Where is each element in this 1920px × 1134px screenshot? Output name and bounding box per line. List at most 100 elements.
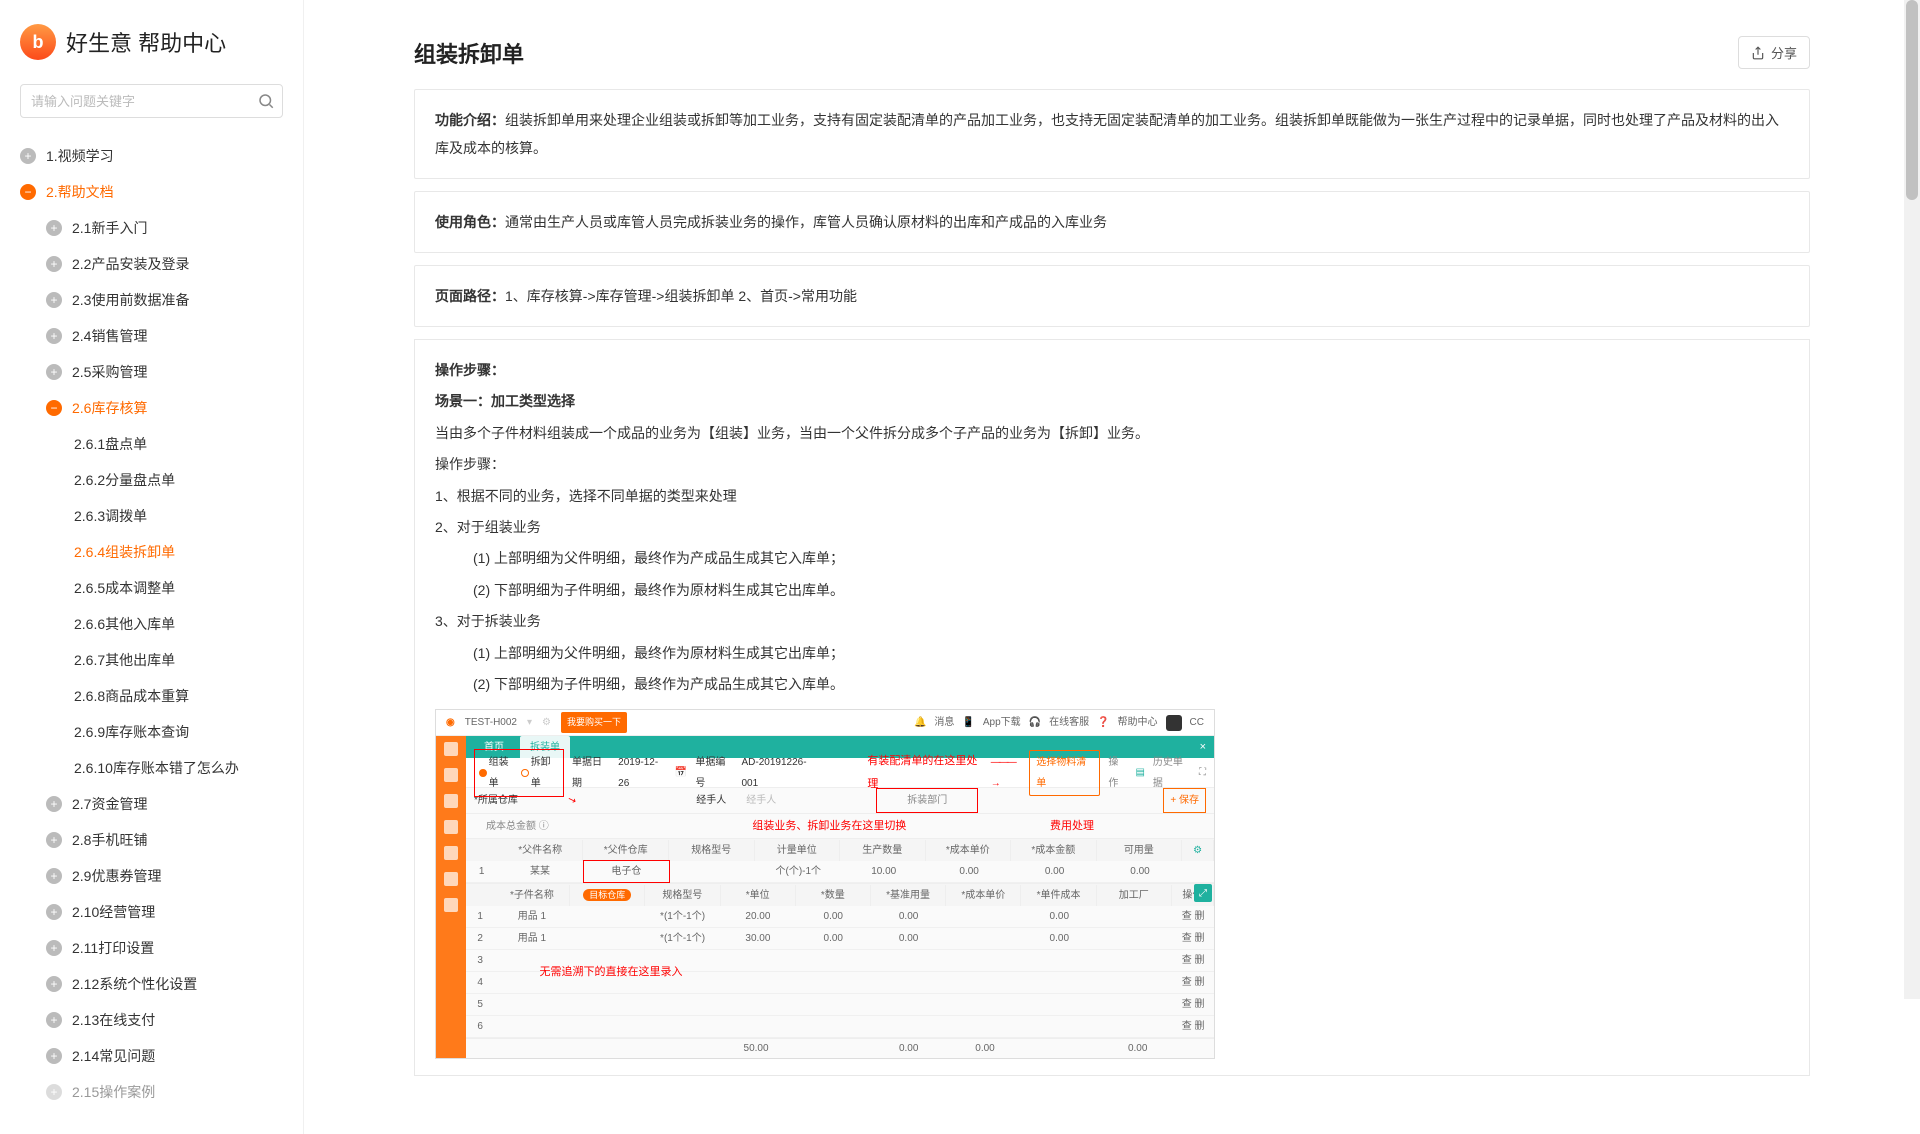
nav-25[interactable]: +2.5采购管理 [46, 354, 283, 390]
nav-269[interactable]: 2.6.9库存账本查询 [74, 714, 283, 750]
calendar-icon [444, 872, 458, 886]
th: *父件名称 [498, 840, 584, 861]
emb-app: App下载 [983, 712, 1021, 733]
emb-help: 帮助中心 [1118, 712, 1158, 733]
nav-214[interactable]: +2.14常见问题 [46, 1038, 283, 1074]
card-label: 页面路径： [435, 288, 505, 304]
emb-test-id: TEST-H002 [465, 712, 517, 733]
nav-267[interactable]: 2.6.7其他出库单 [74, 642, 283, 678]
nav-21[interactable]: +2.1新手入门 [46, 210, 283, 246]
path-card: 页面路径：1、库存核算->库存管理->组装拆卸单 2、首页->常用功能 [414, 265, 1810, 327]
td: 0.00 [1022, 906, 1097, 927]
emb-logo-icon: ◉ [446, 712, 455, 733]
nav-26[interactable]: −2.6库存核算 [46, 390, 283, 426]
nav-docs[interactable]: −2.帮助文档 [20, 174, 283, 210]
nav-210[interactable]: +2.10经营管理 [46, 894, 283, 930]
td-ops: 查 删 [1172, 994, 1214, 1015]
minus-icon: − [46, 400, 62, 416]
td: 30.00 [720, 928, 795, 949]
nav-2610[interactable]: 2.6.10库存账本错了怎么办 [74, 750, 283, 786]
td: 4 [466, 972, 494, 993]
nav-label: 2.7资金管理 [72, 794, 147, 814]
nav-label: 2.12系统个性化设置 [72, 974, 197, 994]
plus-icon: + [20, 148, 36, 164]
nav-261[interactable]: 2.6.1盘点单 [74, 426, 283, 462]
nav-29[interactable]: +2.9优惠券管理 [46, 858, 283, 894]
nav-265[interactable]: 2.6.5成本调整单 [74, 570, 283, 606]
scene-desc: 当由多个子件材料组装成一个成品的业务为【组装】业务，当由一个父件拆分成多个子产品… [435, 419, 1789, 448]
nav-268[interactable]: 2.6.8商品成本重算 [74, 678, 283, 714]
td: 0.00 [871, 928, 946, 949]
nav-video[interactable]: +1.视频学习 [20, 138, 283, 174]
td: 0.00 [796, 906, 871, 927]
nav: +1.视频学习 −2.帮助文档 +2.1新手入门 +2.2产品安装及登录 +2.… [20, 138, 283, 1110]
nav-label: 2.14常见问题 [72, 1046, 155, 1066]
step-3b: (2) 下部明细为子件明细，最终作为产成品生成其它入库单。 [435, 670, 1789, 699]
td-ops: 查 删 [1172, 972, 1214, 993]
nav-212[interactable]: +2.12系统个性化设置 [46, 966, 283, 1002]
search-box [20, 84, 283, 118]
emb-msg: 消息 [934, 712, 954, 733]
nav-22[interactable]: +2.2产品安装及登录 [46, 246, 283, 282]
nav-215[interactable]: +2.15操作案例 [46, 1074, 283, 1110]
td-ops: 查 删 [1172, 950, 1214, 971]
th: 生产数量 [840, 840, 926, 861]
nav-266[interactable]: 2.6.6其他入库单 [74, 606, 283, 642]
emb-red-note4: 无需追溯下的直接在这里录入 [540, 961, 683, 984]
td: *(1个-1个) [645, 906, 720, 927]
emb-sidebar [436, 736, 466, 1058]
nav-211[interactable]: +2.11打印设置 [46, 930, 283, 966]
nav-label: 2.3使用前数据准备 [72, 290, 189, 310]
doc-icon [444, 768, 458, 782]
steps-heading: 操作步骤： [435, 356, 1789, 385]
th: 目标仓库 [570, 885, 645, 906]
td: 0.00 [926, 861, 1011, 882]
gear-icon: ⚙ [542, 712, 551, 733]
step-2a: (1) 上部明细为父件明细，最终作为产成品生成其它入库单； [435, 544, 1789, 573]
emb-red-note1: 有装配清单的在这里处理 [867, 750, 982, 796]
nav-28[interactable]: +2.8手机旺铺 [46, 822, 283, 858]
th: *基准用量 [871, 885, 946, 906]
card-text: 通常由生产人员或库管人员完成拆装业务的操作，库管人员确认原材料的出库和产成品的入… [505, 214, 1107, 230]
total-val: 0.00 [871, 1038, 947, 1059]
nav-label: 2.5采购管理 [72, 362, 147, 382]
td: 0.00 [796, 928, 871, 949]
emb-red-note2: 组装业务、拆卸业务在这里切换 [752, 815, 906, 838]
td: 0.00 [1022, 928, 1097, 949]
nav-213[interactable]: +2.13在线支付 [46, 1002, 283, 1038]
plus-icon: + [46, 832, 62, 848]
emb-cost-label: 成本总金额 [486, 821, 536, 832]
nav-label: 2.6库存核算 [72, 398, 147, 418]
th: 加工厂 [1097, 885, 1172, 906]
cart-icon [444, 794, 458, 808]
bell-icon: 🔔 [914, 712, 926, 733]
nav-27[interactable]: +2.7资金管理 [46, 786, 283, 822]
emb-bill-label: 单据编号 [695, 752, 733, 794]
th: 规格型号 [669, 840, 755, 861]
money-icon [444, 846, 458, 860]
td: 电子仓 [583, 860, 670, 883]
emb-op-btn: 操作 [1108, 752, 1127, 794]
logo-icon: b [20, 24, 56, 60]
td: 用品 1 [494, 906, 569, 927]
share-button[interactable]: 分享 [1738, 36, 1810, 69]
scrollbar-thumb[interactable] [1906, 0, 1918, 200]
nav-262[interactable]: 2.6.2分量盘点单 [74, 462, 283, 498]
home-icon [444, 742, 458, 756]
plus-icon: + [46, 1012, 62, 1028]
scrollbar[interactable] [1904, 0, 1920, 999]
emb-buy-button: 我要购买一下 [561, 712, 627, 733]
nav-23[interactable]: +2.3使用前数据准备 [46, 282, 283, 318]
nav-264[interactable]: 2.6.4组装拆卸单 [74, 534, 283, 570]
plus-icon: + [46, 904, 62, 920]
chevron-down-icon: ▾ [527, 712, 532, 733]
search-input[interactable] [20, 84, 283, 118]
td-ops: 查 删 [1172, 928, 1214, 949]
nav-24[interactable]: +2.4销售管理 [46, 318, 283, 354]
share-icon [1751, 46, 1765, 60]
step-3a: (1) 上部明细为父件明细，最终作为原材料生成其它出库单； [435, 639, 1789, 668]
close-icon: × [1200, 736, 1206, 759]
page-title: 组装拆卸单 [414, 37, 524, 69]
nav-263[interactable]: 2.6.3调拨单 [74, 498, 283, 534]
plus-icon: + [46, 364, 62, 380]
